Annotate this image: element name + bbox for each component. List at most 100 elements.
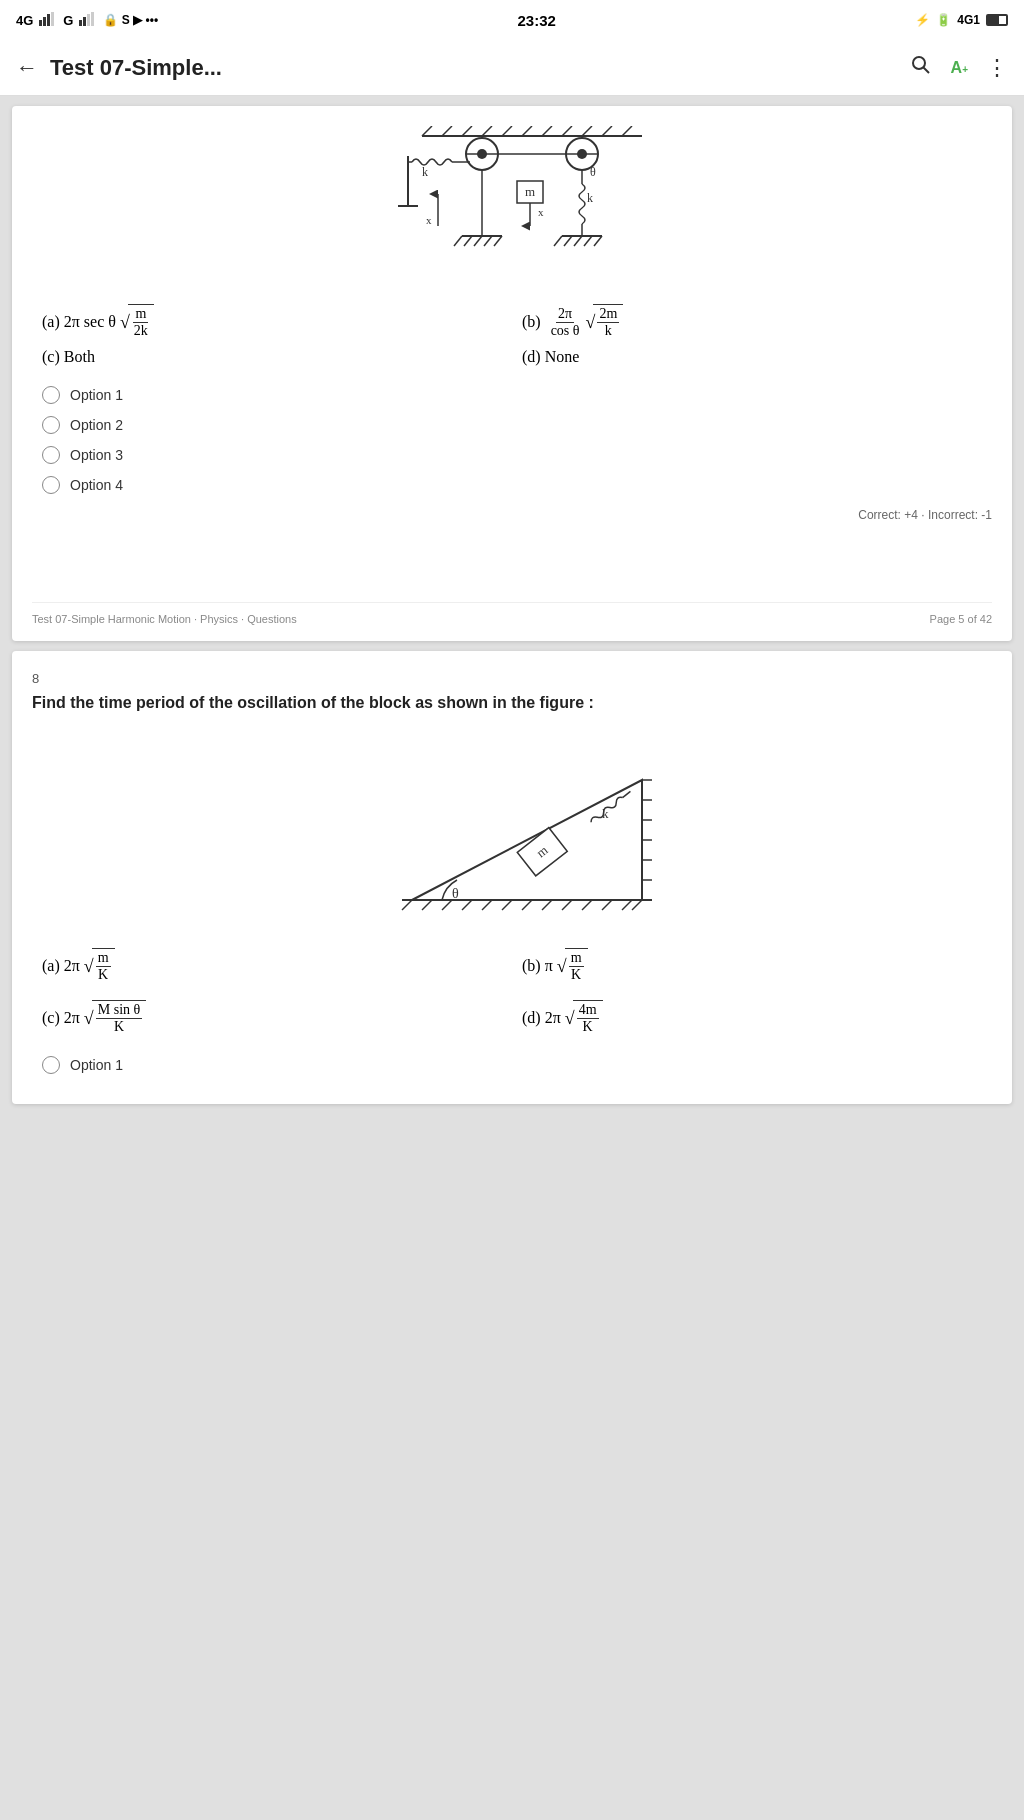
radio-option-2[interactable]: Option 2 bbox=[42, 416, 982, 434]
svg-rect-6 bbox=[87, 14, 90, 26]
radio-q8-label-1: Option 1 bbox=[70, 1057, 123, 1073]
svg-text:m: m bbox=[525, 184, 535, 199]
card-footer: Test 07-Simple Harmonic Motion · Physics… bbox=[32, 602, 992, 625]
svg-line-37 bbox=[474, 236, 482, 246]
svg-line-69 bbox=[602, 900, 612, 910]
radio-label-4: Option 4 bbox=[70, 477, 123, 493]
svg-text:x: x bbox=[426, 214, 432, 226]
option-b-sqrt: √ 2m k bbox=[586, 304, 624, 340]
nav-bar: ← Test 07-Simple... A+ ⋮ bbox=[0, 40, 1024, 96]
svg-line-14 bbox=[482, 126, 492, 136]
svg-text:k: k bbox=[587, 191, 593, 205]
option-d-q8-label: (d) 2π bbox=[522, 1009, 561, 1027]
option-c-q8-label: (c) 2π bbox=[42, 1009, 80, 1027]
svg-line-68 bbox=[582, 900, 592, 910]
svg-line-17 bbox=[542, 126, 552, 136]
svg-line-54 bbox=[594, 236, 602, 246]
radio-circle-1[interactable] bbox=[42, 386, 60, 404]
option-c-label: (c) Both bbox=[42, 348, 95, 366]
svg-rect-2 bbox=[47, 14, 50, 26]
option-a-sqrt: √ m 2k bbox=[120, 304, 154, 340]
svg-text:θ: θ bbox=[590, 165, 596, 179]
status-right: ⚡ 🔋 4G1 bbox=[915, 13, 1008, 27]
signal-bars-2 bbox=[79, 12, 97, 29]
incline-svg: m k θ bbox=[362, 730, 662, 930]
radio-option-4[interactable]: Option 4 bbox=[42, 476, 982, 494]
radio-circle-2[interactable] bbox=[42, 416, 60, 434]
radio-label-3: Option 3 bbox=[70, 447, 123, 463]
font-size-icon[interactable]: A+ bbox=[951, 59, 968, 77]
svg-line-67 bbox=[562, 900, 572, 910]
option-b-fraction: 2π cos θ bbox=[549, 306, 582, 339]
option-c-math: (c) Both bbox=[42, 348, 502, 366]
search-icon[interactable] bbox=[909, 53, 933, 83]
footer-left: Test 07-Simple Harmonic Motion · Physics… bbox=[32, 613, 297, 625]
svg-line-13 bbox=[462, 126, 472, 136]
svg-text:k: k bbox=[602, 806, 609, 821]
svg-line-18 bbox=[562, 126, 572, 136]
option-b-label: (b) bbox=[522, 313, 545, 331]
network-g: G bbox=[63, 13, 73, 28]
option-a-q8-label: (a) 2π bbox=[42, 957, 80, 975]
bluetooth-icon: ⚡ bbox=[915, 13, 930, 27]
radio-q8-option-1[interactable]: Option 1 bbox=[42, 1056, 982, 1074]
signal-4g: 4G bbox=[16, 13, 33, 28]
svg-line-53 bbox=[584, 236, 592, 246]
signal-bars-1 bbox=[39, 12, 57, 29]
svg-line-65 bbox=[522, 900, 532, 910]
radio-options-q8: Option 1 bbox=[32, 1056, 992, 1074]
radio-q8-circle-1[interactable] bbox=[42, 1056, 60, 1074]
math-options: (a) 2π sec θ √ m 2k (b) 2π cos θ √ bbox=[32, 304, 992, 366]
status-time: 23:32 bbox=[518, 12, 556, 29]
radio-option-1[interactable]: Option 1 bbox=[42, 386, 982, 404]
battery-bar bbox=[986, 14, 1008, 26]
option-a-label: (a) 2π sec θ bbox=[42, 313, 116, 331]
option-b-q8-sqrt: √ m K bbox=[557, 948, 588, 984]
radio-label-2: Option 2 bbox=[70, 417, 123, 433]
svg-line-63 bbox=[482, 900, 492, 910]
option-d-q8-sqrt: √ 4m K bbox=[565, 1000, 603, 1036]
svg-line-16 bbox=[522, 126, 532, 136]
svg-line-19 bbox=[582, 126, 592, 136]
option-c-q8-sqrt: √ M sin θ K bbox=[84, 1000, 146, 1036]
footer-right: Page 5 of 42 bbox=[930, 613, 992, 625]
option-b-q8: (b) π √ m K bbox=[522, 948, 982, 984]
svg-rect-4 bbox=[79, 20, 82, 26]
page-title: Test 07-Simple... bbox=[50, 55, 897, 81]
svg-line-71 bbox=[632, 900, 642, 910]
svg-line-12 bbox=[442, 126, 452, 136]
nav-icons: A+ ⋮ bbox=[909, 53, 1008, 83]
radio-option-3[interactable]: Option 3 bbox=[42, 446, 982, 464]
radio-options-group: Option 1 Option 2 Option 3 Option 4 bbox=[32, 386, 992, 494]
lte-indicator: 4G1 bbox=[957, 13, 980, 27]
question-card-8: 8 Find the time period of the oscillatio… bbox=[12, 651, 1012, 1104]
question-text-8: Find the time period of the oscillation … bbox=[32, 692, 992, 714]
svg-line-81 bbox=[623, 792, 631, 798]
option-d-label: (d) None bbox=[522, 348, 579, 366]
svg-line-64 bbox=[502, 900, 512, 910]
svg-rect-5 bbox=[83, 17, 86, 26]
svg-line-35 bbox=[454, 236, 462, 246]
option-c-q8: (c) 2π √ M sin θ K bbox=[42, 1000, 502, 1036]
svg-line-15 bbox=[502, 126, 512, 136]
option-b-math: (b) 2π cos θ √ 2m k bbox=[522, 304, 982, 340]
svg-rect-7 bbox=[91, 12, 94, 26]
back-button[interactable]: ← bbox=[16, 55, 38, 81]
option-a-q8: (a) 2π √ m K bbox=[42, 948, 502, 984]
question-number-8: 8 bbox=[32, 671, 992, 686]
svg-line-39 bbox=[494, 236, 502, 246]
radio-circle-3[interactable] bbox=[42, 446, 60, 464]
svg-line-62 bbox=[462, 900, 472, 910]
svg-line-51 bbox=[564, 236, 572, 246]
svg-rect-0 bbox=[39, 20, 42, 26]
svg-line-66 bbox=[542, 900, 552, 910]
question-diagram: m x x θ k k bbox=[32, 126, 992, 286]
option-d-q8: (d) 2π √ 4m K bbox=[522, 1000, 982, 1036]
battery-icon: 🔋 bbox=[936, 13, 951, 27]
svg-rect-3 bbox=[51, 12, 54, 26]
more-options-icon[interactable]: ⋮ bbox=[986, 55, 1008, 81]
option-a-q8-sqrt: √ m K bbox=[84, 948, 115, 984]
option-d-math: (d) None bbox=[522, 348, 982, 366]
svg-marker-57 bbox=[412, 780, 642, 900]
radio-circle-4[interactable] bbox=[42, 476, 60, 494]
